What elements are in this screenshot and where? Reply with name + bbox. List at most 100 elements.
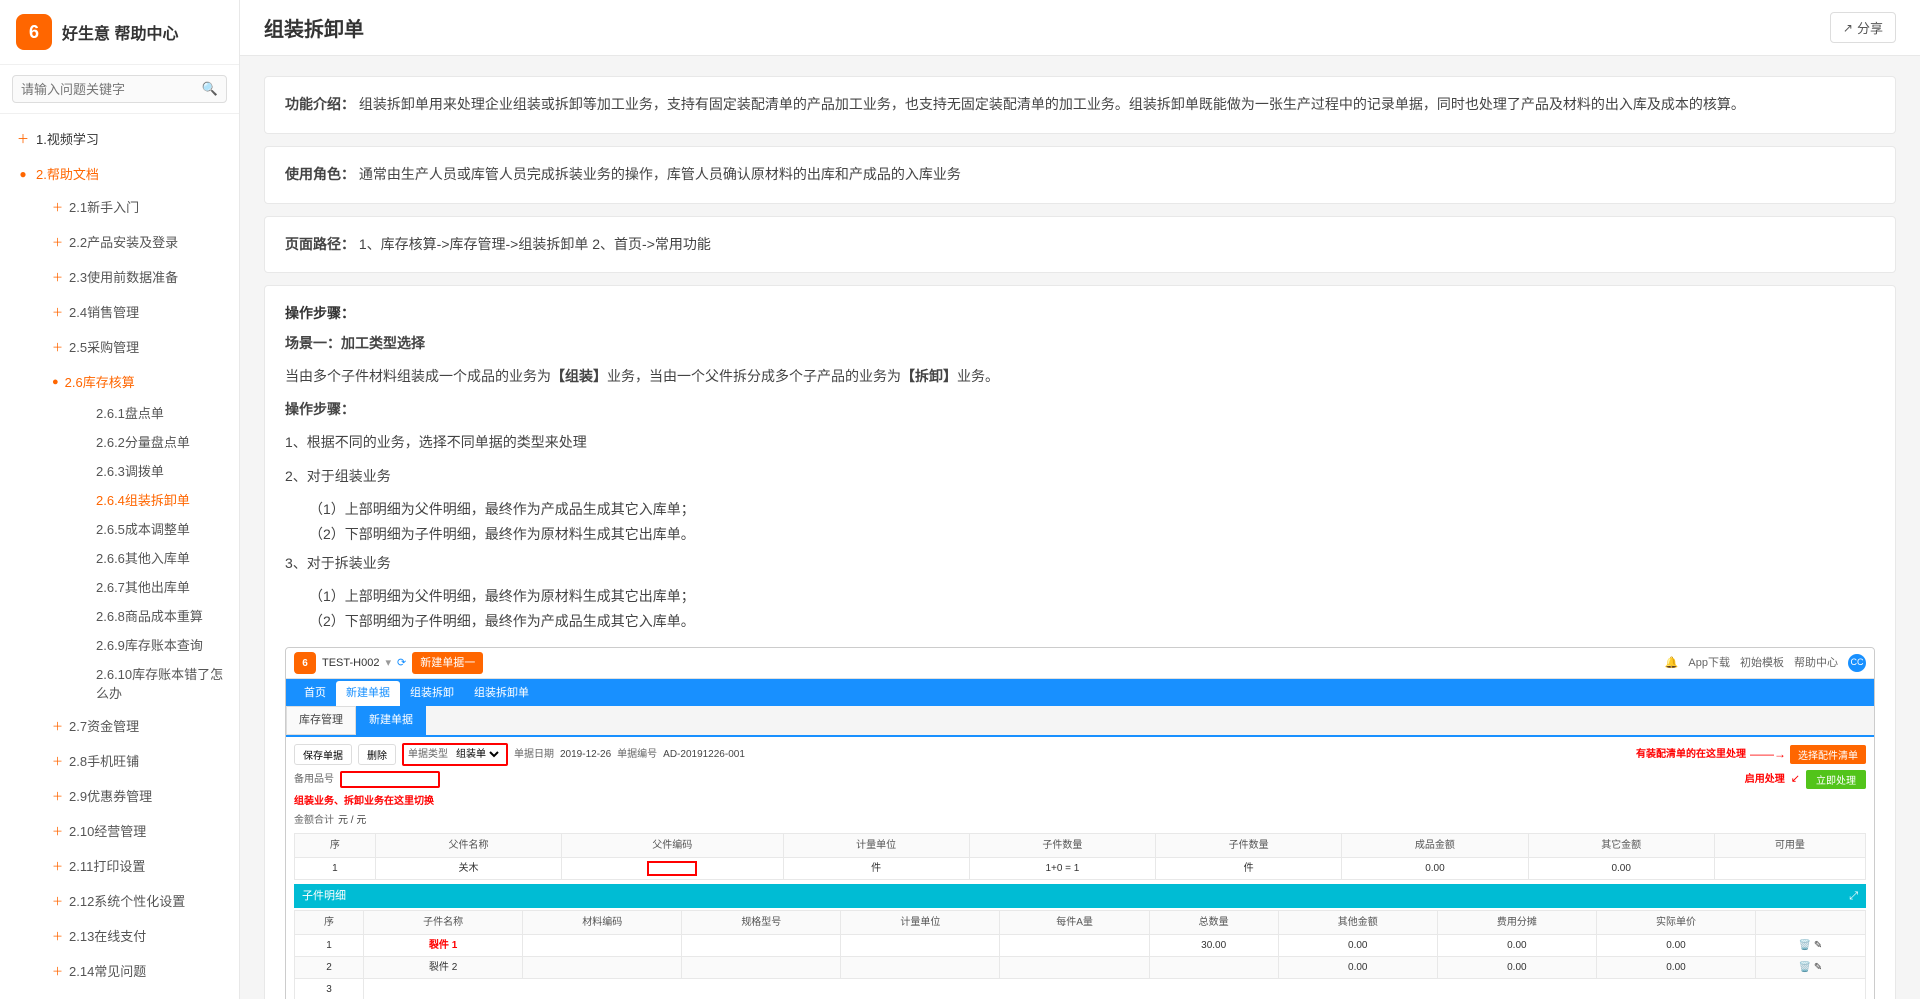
nav-sub-section-213: ＋ 2.13在线支付: [36, 919, 239, 952]
sys-annotation1-text: 有装配清单的在这里处理: [1636, 746, 1746, 763]
nav-sub-section-23: ＋ 2.3使用前数据准备: [36, 260, 239, 293]
app-name: 好生意 帮助中心: [62, 20, 178, 44]
nav-sub-23-header[interactable]: ＋ 2.3使用前数据准备: [36, 260, 239, 293]
sys-tab-new-doc[interactable]: 新建单据: [356, 706, 426, 735]
nav-item-268[interactable]: 2.6.8商品成本重算: [88, 601, 239, 630]
table-row: 1 裂件 1 30.00 0.00 0.00 0.00: [295, 935, 1866, 957]
sys-refresh-icon: ⟳: [397, 654, 406, 673]
nav-sub-28-header[interactable]: ＋ 2.8手机旺铺: [36, 744, 239, 777]
sys-help-link: 帮助中心: [1794, 654, 1838, 673]
sys-form-row2: 备用品号 启用处理 ↙ 立即处理: [294, 770, 1866, 789]
nav-tree: ＋ 1.视频学习 ● 2.帮助文档 ＋ 2.1新手入门 ＋: [0, 114, 239, 999]
sys-nav-new[interactable]: 新建单据: [336, 681, 400, 706]
nav-sub-211-header[interactable]: ＋ 2.11打印设置: [36, 849, 239, 882]
nav-sub-21-header[interactable]: ＋ 2.1新手入门: [36, 190, 239, 223]
sys-nav-assemble-list[interactable]: 组装拆卸单: [464, 681, 539, 706]
logo-area: 6 好生意 帮助中心: [0, 0, 239, 65]
sub-plus-icon: ＋: [52, 269, 63, 285]
sys-amount-row: 金额合计 元 / 元: [294, 812, 1866, 829]
nav-sub-section-24: ＋ 2.4销售管理: [36, 295, 239, 328]
nav-sub-29-header[interactable]: ＋ 2.9优惠券管理: [36, 779, 239, 812]
sys-annotation1-area: 有装配清单的在这里处理 ——→ 选择配件清单: [751, 744, 1866, 764]
nav-item-269[interactable]: 2.6.9库存账本查询: [88, 630, 239, 659]
nav-sub-27-header[interactable]: ＋ 2.7资金管理: [36, 709, 239, 742]
op-steps-title: 操作步骤：: [285, 302, 1875, 326]
nav-item-267[interactable]: 2.6.7其他出库单: [88, 572, 239, 601]
sys-annotation3-text: 启用处理: [1745, 771, 1785, 788]
sys-annotation2-text: 组装业务、拆卸业务在这里切换: [294, 793, 434, 810]
sys-parent-code-input[interactable]: [647, 861, 697, 876]
nav-sub-213-header[interactable]: ＋ 2.13在线支付: [36, 919, 239, 952]
step2-sub2: （2）下部明细为子件明细，最终作为原材料生成其它出库单。: [285, 522, 1875, 547]
nav-section-docs: ● 2.帮助文档 ＋ 2.1新手入门 ＋ 2.2产品安装及登录: [0, 157, 239, 999]
table-row: 1 关木 件 1+0 = 1 件 0.00 0.00: [295, 857, 1866, 879]
sys-nav-home[interactable]: 首页: [294, 681, 336, 706]
sub-plus-icon: ＋: [52, 753, 63, 769]
nav-sub-section-212: ＋ 2.12系统个性化设置: [36, 884, 239, 917]
sys-dropdown-icon: ▾: [385, 654, 391, 673]
sys-upper-table: 序 父件名称 父件编码 计量单位 子件数量 子件数量 成品金额 其它金额 可用量: [294, 833, 1866, 880]
sys-lower-th-per: 每件A量: [1000, 911, 1149, 935]
nav-section-videos-header[interactable]: ＋ 1.视频学习: [0, 122, 239, 155]
step1: 1、根据不同的业务，选择不同单据的类型来处理: [285, 430, 1875, 455]
func-intro-text: 功能介绍： 组装拆卸单用来处理企业组装或拆卸等加工业务，支持有固定装配清单的产品…: [285, 93, 1875, 117]
sys-lower-th-spec: 规格型号: [682, 911, 841, 935]
sys-bell-icon: 🔔: [1665, 654, 1679, 673]
nav-level3-26: 2.6.1盘点单 2.6.2分量盘点单 2.6.3调拨单 2.6.4组装拆卸单 …: [36, 398, 239, 707]
sub-plus-icon: ＋: [52, 823, 63, 839]
sys-upper-th-qty1: 子件数量: [969, 833, 1155, 857]
sub-plus-icon: ＋: [52, 858, 63, 874]
sys-confirm-btn[interactable]: 立即处理: [1806, 770, 1866, 789]
nav-sub-section-26: ● 2.6库存核算 2.6.1盘点单 2.6.2分量盘点单 2.6.3调拨单 2…: [36, 365, 239, 707]
search-icon[interactable]: 🔍: [202, 81, 218, 97]
share-button[interactable]: ↗ 分享: [1830, 12, 1896, 43]
nav-sub-25-header[interactable]: ＋ 2.5采购管理: [36, 330, 239, 363]
nav-item-266[interactable]: 2.6.6其他入库单: [88, 543, 239, 572]
sys-lower-th-code: 材料编码: [523, 911, 682, 935]
sub-plus-icon: ＋: [52, 893, 63, 909]
nav-item-261[interactable]: 2.6.1盘点单: [88, 398, 239, 427]
page-title: 组装拆卸单: [264, 13, 364, 42]
sys-type-selector: 单据类型 组装单拆卸单: [402, 743, 508, 766]
sys-title-bar: 6 TEST-H002 ▾ ⟳ 新建单据一 🔔 App下载 初始模板 帮助中心 …: [286, 648, 1874, 680]
nav-sub-210-header[interactable]: ＋ 2.10经营管理: [36, 814, 239, 847]
sys-title-left: 6 TEST-H002 ▾ ⟳ 新建单据一: [294, 652, 483, 675]
nav-item-2610[interactable]: 2.6.10库存账本错了怎么办: [88, 659, 239, 707]
nav-sub-214-header[interactable]: ＋ 2.14常见问题: [36, 954, 239, 987]
sys-status-input[interactable]: [340, 771, 440, 788]
sys-lower-table-header: 子件明细 ⤢: [294, 884, 1866, 909]
sys-tab-inventory[interactable]: 库存管理: [286, 706, 356, 735]
sys-lower-th-total: 总数量: [1149, 911, 1278, 935]
sys-nav-assemble[interactable]: 组装拆卸: [400, 681, 464, 706]
nav-sub-26-header[interactable]: ● 2.6库存核算: [36, 365, 239, 398]
sys-lower-th-unit: 计量单位: [841, 911, 1000, 935]
sys-type-select[interactable]: 组装单拆卸单: [452, 748, 502, 761]
nav-item-263[interactable]: 2.6.3调拨单: [88, 456, 239, 485]
sys-logo-small: 6: [294, 652, 316, 674]
nav-sub-215-header[interactable]: ＋ 2.15操作案例: [36, 989, 239, 999]
nav-item-264[interactable]: 2.6.4组装拆卸单: [88, 485, 239, 514]
search-box[interactable]: 🔍: [12, 75, 227, 103]
nav-sub-22-header[interactable]: ＋ 2.2产品安装及登录: [36, 225, 239, 258]
sub-minus-icon: ●: [52, 376, 59, 388]
path-block: 页面路径： 1、库存核算->库存管理->组装拆卸单 2、首页->常用功能: [264, 216, 1896, 274]
sys-lower-table: 序 子件名称 材料编码 规格型号 计量单位 每件A量 总数量 其他金额 费用分摊: [294, 910, 1866, 999]
share-icon: ↗: [1843, 21, 1853, 35]
nav-sub-24-header[interactable]: ＋ 2.4销售管理: [36, 295, 239, 328]
sys-expand-icon[interactable]: ⤢: [1849, 887, 1858, 906]
sys-btn-delete[interactable]: 删除: [358, 744, 396, 765]
plus-icon: ＋: [16, 132, 30, 146]
sys-select-bom-btn[interactable]: 选择配件清单: [1790, 745, 1866, 764]
nav-item-265[interactable]: 2.6.5成本调整单: [88, 514, 239, 543]
screenshot-container: 6 TEST-H002 ▾ ⟳ 新建单据一 🔔 App下载 初始模板 帮助中心 …: [285, 647, 1875, 999]
sys-lower-th-op: [1756, 911, 1866, 935]
sub-plus-icon: ＋: [52, 718, 63, 734]
sys-lower-th-share: 费用分摊: [1437, 911, 1596, 935]
search-input[interactable]: [21, 82, 202, 97]
sys-btn-save[interactable]: 保存单据: [294, 744, 352, 765]
nav-section-docs-header[interactable]: ● 2.帮助文档: [0, 157, 239, 190]
sys-btn-new[interactable]: 新建单据一: [412, 652, 483, 675]
sub-plus-icon: ＋: [52, 788, 63, 804]
nav-sub-212-header[interactable]: ＋ 2.12系统个性化设置: [36, 884, 239, 917]
nav-item-262[interactable]: 2.6.2分量盘点单: [88, 427, 239, 456]
